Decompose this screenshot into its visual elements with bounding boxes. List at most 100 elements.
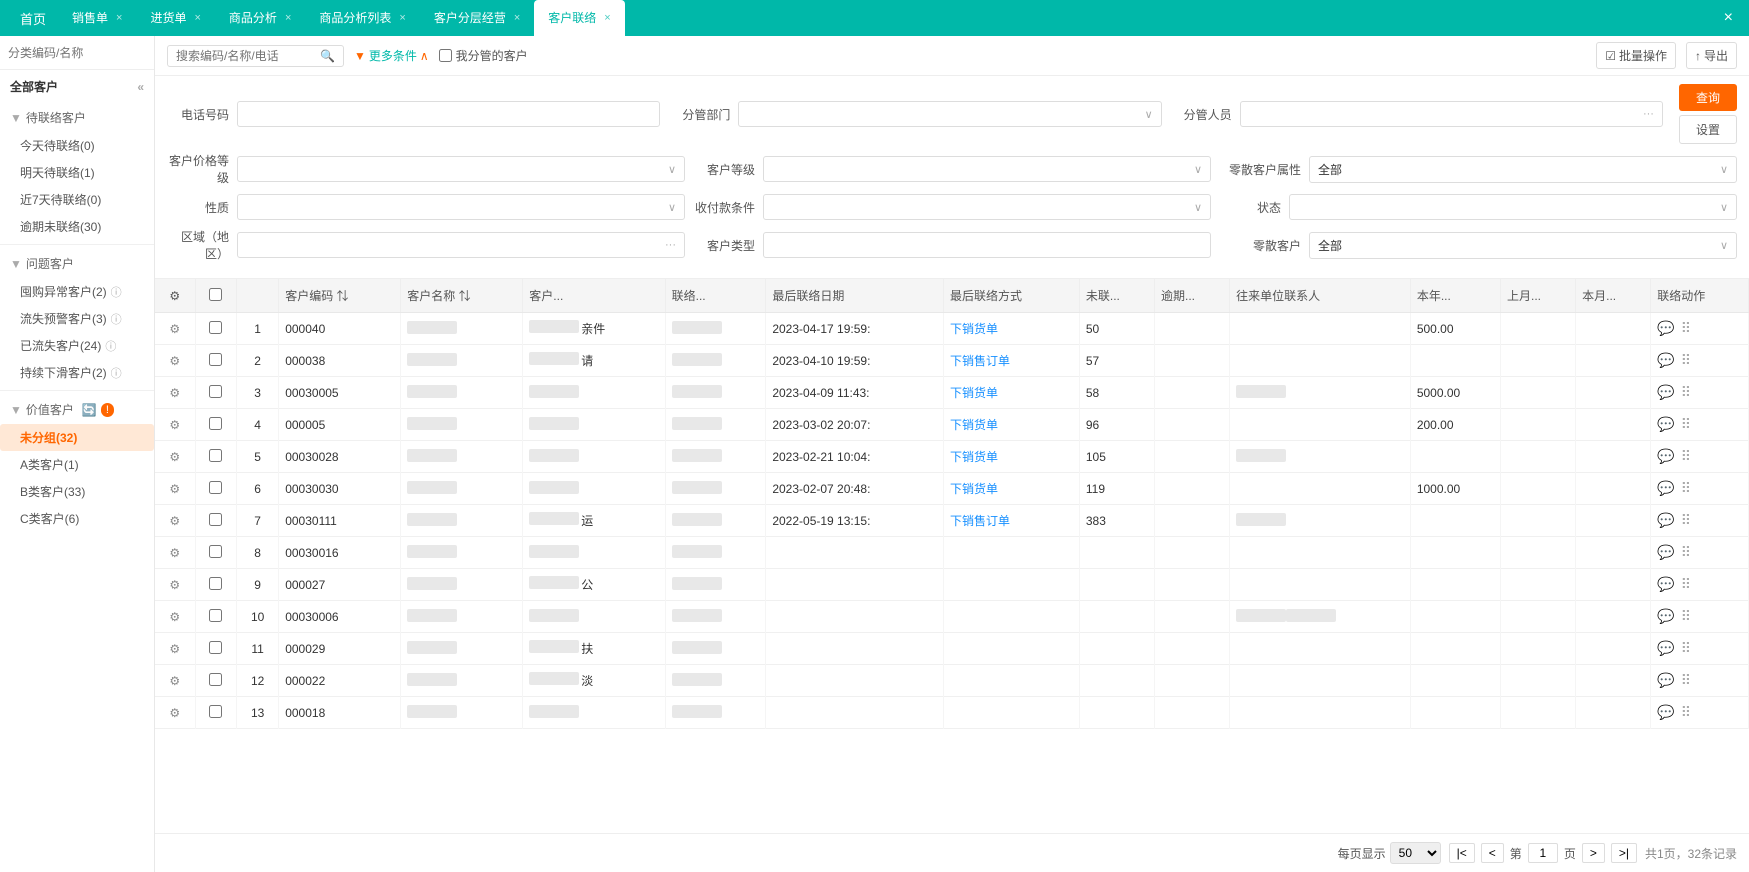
dept-select[interactable]: ∨ [738,101,1161,127]
last-method-link[interactable]: 下销售订单 [950,354,1010,368]
checkbox-col-header[interactable] [195,279,237,313]
chat-icon[interactable]: 💬 [1657,576,1674,593]
cell-checkbox[interactable] [195,697,237,729]
chat-icon[interactable]: 💬 [1657,640,1674,657]
cell-checkbox[interactable] [195,313,237,345]
nav-tab-purchase[interactable]: 进货单 × [136,0,214,36]
row-checkbox[interactable] [209,609,222,622]
col-this-year[interactable]: 本年... [1410,279,1500,313]
sidebar-item-class-a[interactable]: A类客户(1) [0,451,154,478]
grid-icon[interactable]: ⠿ [1681,576,1691,593]
row-checkbox[interactable] [209,545,222,558]
sidebar-item-warning[interactable]: 流失预警客户(3) ⓘ [0,305,154,332]
cell-checkbox[interactable] [195,633,237,665]
row-checkbox[interactable] [209,577,222,590]
retail-customer-select[interactable]: 全部 ∨ [1309,232,1737,259]
nature-select[interactable]: ∨ [237,194,685,220]
cell-checkbox[interactable] [195,345,237,377]
cell-checkbox[interactable] [195,409,237,441]
row-checkbox[interactable] [209,321,222,334]
col-last-method[interactable]: 最后联络方式 [943,279,1079,313]
col-not-contacted[interactable]: 未联... [1079,279,1154,313]
customer-type-select[interactable]: ∨ [763,232,1211,258]
col-this-month[interactable]: 本月... [1576,279,1651,313]
close-icon[interactable]: × [285,0,291,36]
close-icon[interactable]: × [604,0,610,36]
window-close-button[interactable]: × [1716,9,1741,27]
nav-tab-customer-contact[interactable]: 客户联络 × [534,0,624,36]
close-icon[interactable]: × [399,0,405,36]
area-input[interactable]: ··· [237,232,685,258]
last-method-link[interactable]: 下销货单 [950,418,998,432]
grid-icon[interactable]: ⠿ [1681,352,1691,369]
grid-icon[interactable]: ⠿ [1681,448,1691,465]
settings-col-header[interactable]: ⚙ [155,279,195,313]
row-checkbox[interactable] [209,641,222,654]
cell-checkbox[interactable] [195,473,237,505]
sidebar-item-declining[interactable]: 持续下滑客户(2) ⓘ [0,359,154,386]
select-all-checkbox[interactable] [209,288,222,301]
nav-home[interactable]: 首页 [8,9,58,28]
grid-icon[interactable]: ⠿ [1681,512,1691,529]
my-customer-checkbox[interactable] [439,49,452,62]
sidebar-item-lost[interactable]: 已流失客户(24) ⓘ [0,332,154,359]
col-overdue[interactable]: 逾期... [1155,279,1230,313]
col-last-month[interactable]: 上月... [1500,279,1575,313]
close-icon[interactable]: × [116,0,122,36]
retail-attr-select[interactable]: 全部 ∨ [1309,156,1737,183]
chat-icon[interactable]: 💬 [1657,352,1674,369]
col-related-person[interactable]: 往来单位联系人 [1230,279,1411,313]
group-problem-customers[interactable]: ▼ 问题客户 [0,249,154,278]
grid-icon[interactable]: ⠿ [1681,704,1691,721]
chat-icon[interactable]: 💬 [1657,384,1674,401]
query-button[interactable]: 查询 [1679,84,1737,111]
grid-icon[interactable]: ⠿ [1681,384,1691,401]
chat-icon[interactable]: 💬 [1657,480,1674,497]
cell-checkbox[interactable] [195,569,237,601]
phone-input[interactable] [237,101,660,127]
last-method-link[interactable]: 下销货单 [950,450,998,464]
search-input[interactable] [176,49,316,63]
row-checkbox[interactable] [209,673,222,686]
sidebar-item-class-b[interactable]: B类客户(33) [0,478,154,505]
group-value-customers[interactable]: ▼ 价值客户 🔄 ! [0,395,154,424]
chat-icon[interactable]: 💬 [1657,672,1674,689]
row-checkbox[interactable] [209,513,222,526]
row-checkbox[interactable] [209,705,222,718]
last-method-link[interactable]: 下销售订单 [950,514,1010,528]
my-customer-checkbox-label[interactable]: 我分管的客户 [439,47,528,64]
row-checkbox[interactable] [209,449,222,462]
nav-tab-sales[interactable]: 销售单 × [58,0,136,36]
col-customer[interactable]: 客户... [523,279,665,313]
payment-select[interactable]: ∨ [763,194,1211,220]
nav-tab-analysis-list[interactable]: 商品分析列表 × [305,0,419,36]
chat-icon[interactable]: 💬 [1657,320,1674,337]
chat-icon[interactable]: 💬 [1657,704,1674,721]
col-last-date[interactable]: 最后联络日期 [766,279,944,313]
last-method-link[interactable]: 下销货单 [950,386,998,400]
prev-page-btn[interactable]: < [1481,843,1504,863]
next-page-btn[interactable]: > [1582,843,1605,863]
chat-icon[interactable]: 💬 [1657,544,1674,561]
nav-tab-analysis[interactable]: 商品分析 × [215,0,305,36]
sidebar-search-input[interactable] [8,46,155,60]
sidebar-item-today[interactable]: 今天待联络(0) [0,132,154,159]
cell-checkbox[interactable] [195,441,237,473]
chat-icon[interactable]: 💬 [1657,512,1674,529]
sidebar-item-overdue[interactable]: 逾期未联络(30) [0,213,154,240]
grid-icon[interactable]: ⠿ [1681,544,1691,561]
sidebar-item-class-c[interactable]: C类客户(6) [0,505,154,532]
row-checkbox[interactable] [209,353,222,366]
reset-button[interactable]: 设置 [1679,115,1737,144]
chat-icon[interactable]: 💬 [1657,448,1674,465]
person-input[interactable]: ··· [1240,101,1663,127]
sidebar-item-7days[interactable]: 近7天待联络(0) [0,186,154,213]
status-select[interactable]: ∨ [1289,194,1737,220]
grid-icon[interactable]: ⠿ [1681,672,1691,689]
close-icon[interactable]: × [514,0,520,36]
cell-checkbox[interactable] [195,377,237,409]
customer-level-select[interactable]: ∨ [763,156,1211,182]
row-checkbox[interactable] [209,417,222,430]
grid-icon[interactable]: ⠿ [1681,640,1691,657]
col-name[interactable]: 客户名称 ⇅ [401,279,523,313]
